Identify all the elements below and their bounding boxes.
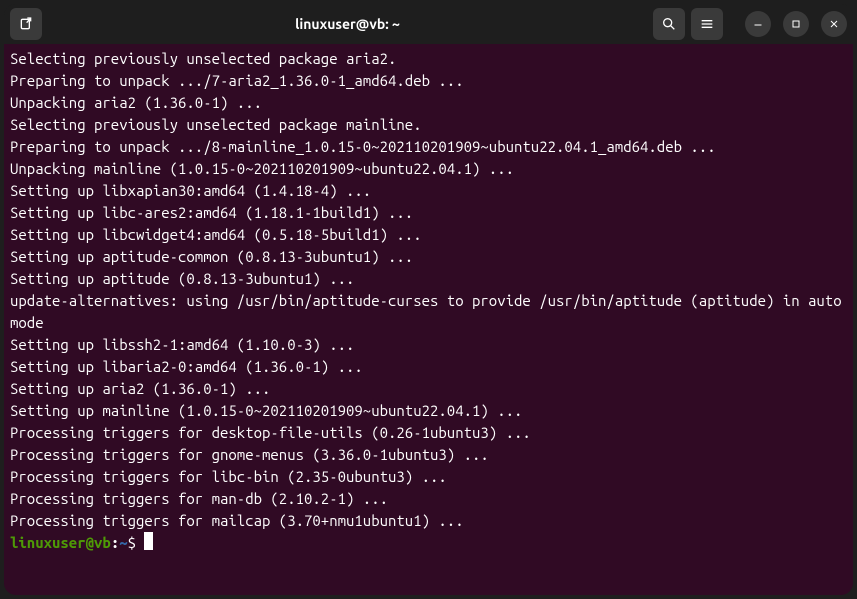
minimize-icon xyxy=(752,18,764,30)
prompt-path: ~ xyxy=(119,534,127,551)
terminal-line: Setting up aria2 (1.36.0-1) ... xyxy=(10,378,847,400)
terminal-line: Setting up aptitude-common (0.8.13-3ubun… xyxy=(10,246,847,268)
terminal-line: Setting up libc-ares2:amd64 (1.18.1-1bui… xyxy=(10,202,847,224)
terminal-line: Processing triggers for mailcap (3.70+nm… xyxy=(10,510,847,532)
terminal-line: Setting up libssh2-1:amd64 (1.10.0-3) ..… xyxy=(10,334,847,356)
search-icon xyxy=(661,16,677,32)
new-tab-button[interactable] xyxy=(10,8,42,40)
terminal-line: Unpacking aria2 (1.36.0-1) ... xyxy=(10,92,847,114)
terminal-line: Preparing to unpack .../8-mainline_1.0.1… xyxy=(10,136,847,158)
hamburger-icon xyxy=(699,16,715,32)
terminal-window: linuxuser@vb: ~ Selecting previously uns… xyxy=(4,4,853,595)
terminal-line: Selecting previously unselected package … xyxy=(10,114,847,136)
prompt-dollar: $ xyxy=(128,534,145,551)
menu-button[interactable] xyxy=(691,8,723,40)
terminal-prompt[interactable]: linuxuser@vb:~$ xyxy=(10,532,847,554)
terminal-line: update-alternatives: using /usr/bin/apti… xyxy=(10,290,847,334)
cursor xyxy=(144,532,153,550)
terminal-line: Processing triggers for desktop-file-uti… xyxy=(10,422,847,444)
terminal-line: Selecting previously unselected package … xyxy=(10,48,847,70)
prompt-colon: : xyxy=(111,534,119,551)
terminal-body[interactable]: Selecting previously unselected package … xyxy=(4,44,853,595)
terminal-line: Preparing to unpack .../7-aria2_1.36.0-1… xyxy=(10,70,847,92)
terminal-line: Setting up libxapian30:amd64 (1.4.18-4) … xyxy=(10,180,847,202)
prompt-user-host: linuxuser@vb xyxy=(10,534,111,551)
terminal-line: Setting up libaria2-0:amd64 (1.36.0-1) .… xyxy=(10,356,847,378)
terminal-line: Processing triggers for libc-bin (2.35-0… xyxy=(10,466,847,488)
window-title: linuxuser@vb: ~ xyxy=(48,16,647,32)
close-icon xyxy=(828,18,840,30)
terminal-line: Setting up aptitude (0.8.13-3ubuntu1) ..… xyxy=(10,268,847,290)
terminal-line: Setting up libcwidget4:amd64 (0.5.18-5bu… xyxy=(10,224,847,246)
titlebar-left xyxy=(10,8,42,40)
maximize-icon xyxy=(790,18,802,30)
titlebar: linuxuser@vb: ~ xyxy=(4,4,853,44)
terminal-line: Setting up mainline (1.0.15-0~2021102019… xyxy=(10,400,847,422)
maximize-button[interactable] xyxy=(783,11,809,37)
new-tab-icon xyxy=(18,16,34,32)
terminal-line: Unpacking mainline (1.0.15-0~20211020190… xyxy=(10,158,847,180)
search-button[interactable] xyxy=(653,8,685,40)
minimize-button[interactable] xyxy=(745,11,771,37)
terminal-line: Processing triggers for gnome-menus (3.3… xyxy=(10,444,847,466)
close-button[interactable] xyxy=(821,11,847,37)
titlebar-right xyxy=(653,8,847,40)
terminal-line: Processing triggers for man-db (2.10.2-1… xyxy=(10,488,847,510)
